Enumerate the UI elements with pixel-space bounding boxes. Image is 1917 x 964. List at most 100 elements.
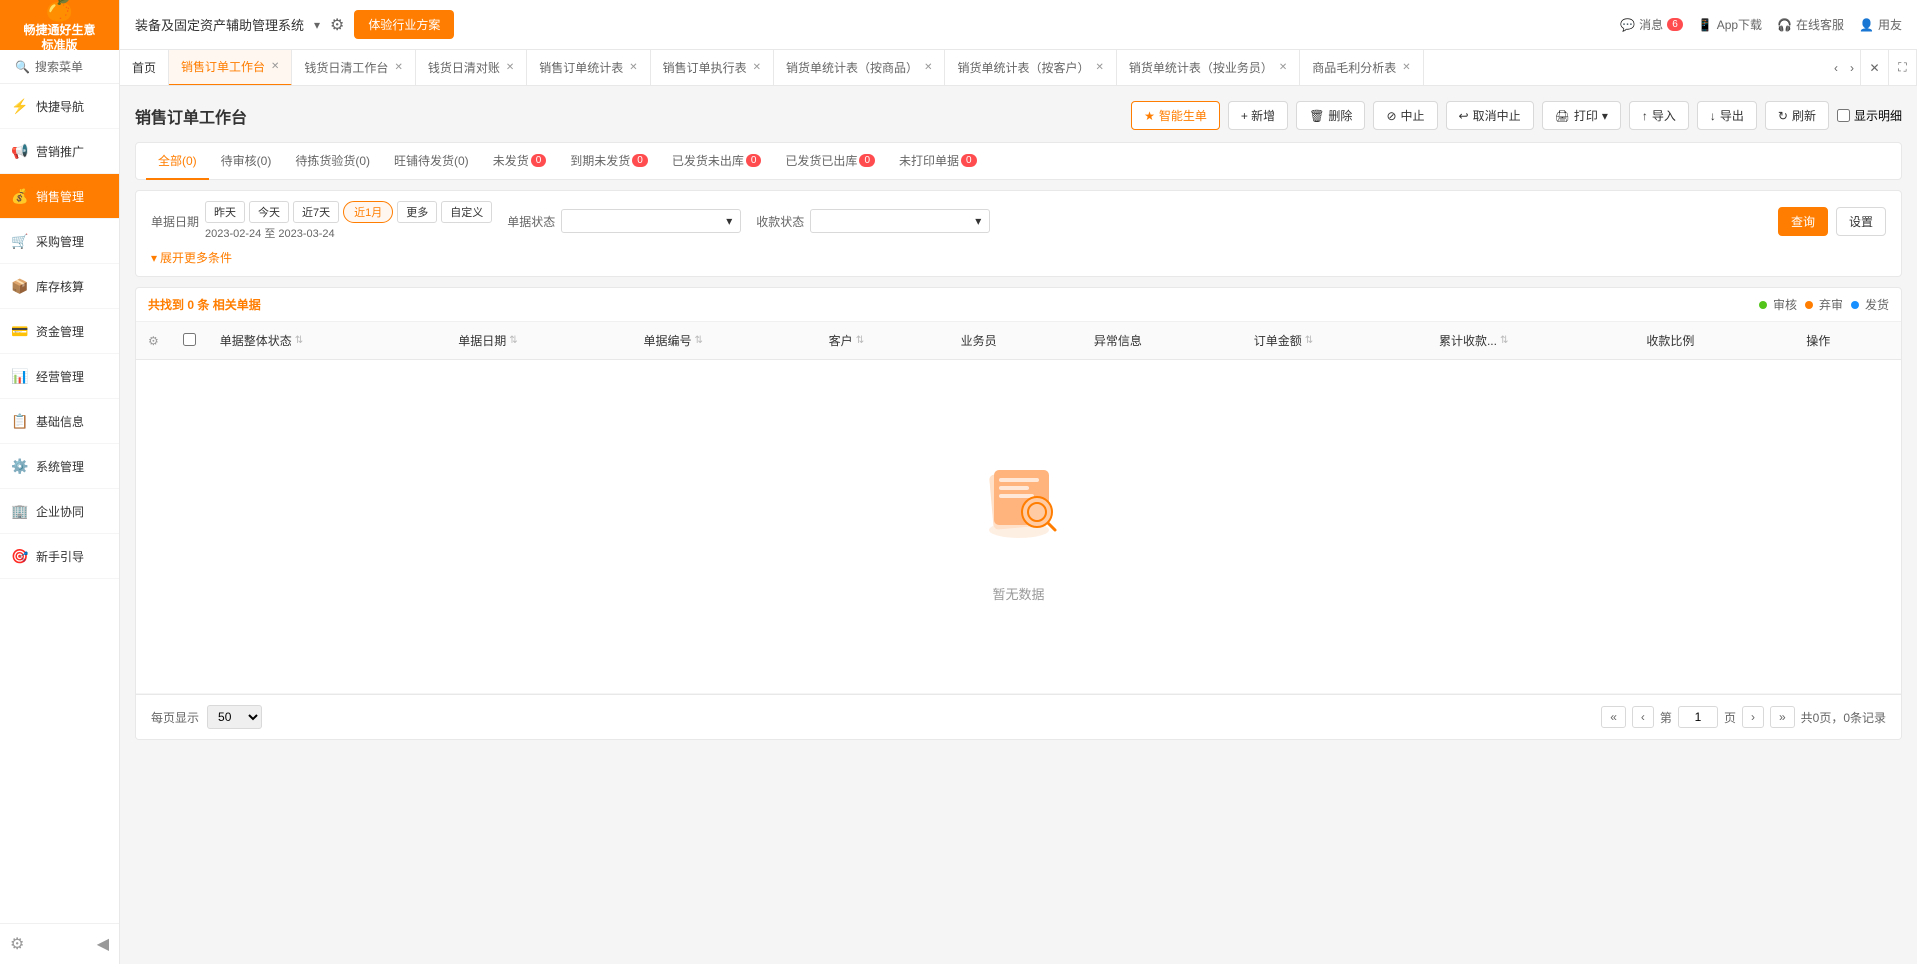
sub-tab-not-shipped[interactable]: 未发货 0 bbox=[481, 142, 559, 180]
print-btn[interactable]: 🖨 打印 ▾ bbox=[1542, 101, 1621, 130]
tab-close-by-staff[interactable]: ✕ bbox=[1279, 62, 1287, 73]
sub-tab-pending-review[interactable]: 待审核(0) bbox=[209, 142, 284, 180]
page-number-input[interactable] bbox=[1678, 706, 1718, 728]
cancel-review-action[interactable]: 弃审 bbox=[1805, 296, 1843, 313]
refresh-btn[interactable]: ↻ 刷新 bbox=[1765, 101, 1829, 130]
th-checkbox bbox=[171, 322, 208, 360]
tab-close-cash-reconcile[interactable]: ✕ bbox=[506, 62, 514, 73]
table-scroll[interactable]: ⚙ 单据整体状态 ⇅ bbox=[136, 322, 1901, 694]
marketing-icon: 📢 bbox=[10, 141, 30, 161]
tab-home[interactable]: 首页 bbox=[120, 50, 169, 86]
settings-bottom-icon[interactable]: ⚙ bbox=[10, 934, 24, 954]
prev-page-btn[interactable]: ‹ bbox=[1632, 706, 1654, 728]
tab-close-sales-stats[interactable]: ✕ bbox=[629, 62, 637, 73]
th-customer[interactable]: 客户 ⇅ bbox=[817, 322, 949, 360]
sidebar-item-sales[interactable]: 💰 销售管理 bbox=[0, 174, 119, 219]
show-detail-checkbox-wrapper[interactable]: 显示明细 bbox=[1837, 107, 1902, 124]
tab-sales-by-product[interactable]: 销货单统计表（按商品） ✕ bbox=[774, 50, 945, 86]
th-status[interactable]: 单据整体状态 ⇅ bbox=[208, 322, 447, 360]
tab-cash-daily[interactable]: 钱货日清工作台 ✕ bbox=[292, 50, 415, 86]
th-amount[interactable]: 订单金额 ⇅ bbox=[1242, 322, 1427, 360]
sub-tab-expired-not-shipped[interactable]: 到期未发货 0 bbox=[558, 142, 660, 180]
first-page-btn[interactable]: « bbox=[1601, 706, 1626, 728]
last-page-btn[interactable]: » bbox=[1770, 706, 1795, 728]
tab-scroll-left[interactable]: ‹ bbox=[1828, 61, 1844, 75]
import-icon: ↑ bbox=[1642, 109, 1648, 123]
topbar-gear-icon[interactable]: ⚙ bbox=[330, 15, 344, 35]
sidebar-item-purchase[interactable]: 🛒 采购管理 bbox=[0, 219, 119, 264]
tab-cash-reconcile[interactable]: 钱货日清对账 ✕ bbox=[416, 50, 527, 86]
sidebar-item-enterprise[interactable]: 🏢 企业协同 bbox=[0, 489, 119, 534]
solution-btn[interactable]: 体验行业方案 bbox=[354, 10, 454, 39]
add-btn[interactable]: + 新增 bbox=[1228, 101, 1288, 130]
tab-close-by-customer[interactable]: ✕ bbox=[1095, 62, 1103, 73]
delete-btn[interactable]: 🗑 删除 bbox=[1296, 101, 1365, 130]
tab-close-margin[interactable]: ✕ bbox=[1402, 62, 1410, 73]
filter-payment-select[interactable]: ▾ bbox=[810, 209, 990, 233]
sub-tab-shipped-not-out[interactable]: 已发货未出库 0 bbox=[660, 142, 774, 180]
filter-date-today[interactable]: 今天 bbox=[249, 201, 289, 223]
tab-scroll-right[interactable]: › bbox=[1844, 61, 1860, 75]
sidebar-item-inventory[interactable]: 📦 库存核算 bbox=[0, 264, 119, 309]
show-detail-checkbox[interactable] bbox=[1837, 109, 1850, 122]
filter-status-select[interactable]: ▾ bbox=[561, 209, 741, 233]
sidebar-item-marketing[interactable]: 📢 营销推广 bbox=[0, 129, 119, 174]
tab-sales-by-staff[interactable]: 销货单统计表（按业务员） ✕ bbox=[1117, 50, 1300, 86]
filter-date-more[interactable]: 更多 bbox=[397, 201, 437, 223]
tab-sales-workbench[interactable]: 销售订单工作台 ✕ bbox=[169, 50, 292, 86]
sub-tab-not-printed[interactable]: 未打印单据 0 bbox=[887, 142, 989, 180]
tab-sales-by-customer[interactable]: 销货单统计表（按客户） ✕ bbox=[945, 50, 1116, 86]
tab-close-sales-execute[interactable]: ✕ bbox=[753, 62, 761, 73]
tab-sales-execute[interactable]: 销售订单执行表 ✕ bbox=[651, 50, 774, 86]
user-item[interactable]: 👤 用友 bbox=[1859, 16, 1902, 33]
sidebar-item-operations[interactable]: 📊 经营管理 bbox=[0, 354, 119, 399]
phone-icon: 📱 bbox=[1698, 18, 1713, 32]
sub-tab-shipped-out[interactable]: 已发货已出库 0 bbox=[773, 142, 887, 180]
online-service-item[interactable]: 🎧 在线客服 bbox=[1777, 16, 1844, 33]
next-page-btn[interactable]: › bbox=[1742, 706, 1764, 728]
tab-sales-stats[interactable]: 销售订单统计表 ✕ bbox=[527, 50, 650, 86]
settings-filter-btn[interactable]: 设置 bbox=[1836, 207, 1886, 236]
tab-close-cash-daily[interactable]: ✕ bbox=[394, 62, 402, 73]
filter-date-custom[interactable]: 自定义 bbox=[441, 201, 492, 223]
sub-tab-all[interactable]: 全部(0) bbox=[146, 142, 209, 180]
sidebar-item-basic-info[interactable]: 📋 基础信息 bbox=[0, 399, 119, 444]
tab-close-by-product[interactable]: ✕ bbox=[924, 62, 932, 73]
headset-icon: 🎧 bbox=[1777, 18, 1792, 32]
tab-action-fullscreen[interactable]: ⛶ bbox=[1889, 50, 1917, 86]
th-settings[interactable]: ⚙ bbox=[136, 322, 171, 360]
basic-info-icon: 📋 bbox=[10, 411, 30, 431]
filter-date-7days[interactable]: 近7天 bbox=[293, 201, 339, 223]
ship-action[interactable]: 发货 bbox=[1851, 296, 1889, 313]
import-btn[interactable]: ↑ 导入 bbox=[1629, 101, 1689, 130]
total-records: 共0页，0条记录 bbox=[1801, 709, 1886, 726]
th-date[interactable]: 单据日期 ⇅ bbox=[446, 322, 631, 360]
tab-close-sales-workbench[interactable]: ✕ bbox=[271, 61, 279, 72]
sub-tab-pending-inspect[interactable]: 待拣货验货(0) bbox=[283, 142, 382, 180]
smart-create-btn[interactable]: ★ 智能生单 bbox=[1131, 101, 1220, 130]
th-collected[interactable]: 累计收款... ⇅ bbox=[1427, 322, 1634, 360]
tab-action-close-current[interactable]: ✕ bbox=[1861, 50, 1889, 86]
sidebar-item-guide[interactable]: 🎯 新手引导 bbox=[0, 534, 119, 579]
sub-tab-wangpu-ship[interactable]: 旺铺待发货(0) bbox=[382, 142, 481, 180]
filter-expand-btn[interactable]: ▾ 展开更多条件 bbox=[151, 249, 232, 266]
filter-date-yesterday[interactable]: 昨天 bbox=[205, 201, 245, 223]
sidebar-item-finance[interactable]: 💳 资金管理 bbox=[0, 309, 119, 354]
tab-margin-analysis[interactable]: 商品毛利分析表 ✕ bbox=[1300, 50, 1423, 86]
th-number[interactable]: 单据编号 ⇅ bbox=[631, 322, 816, 360]
page-size-select[interactable]: 50 100 200 bbox=[207, 705, 262, 729]
message-item[interactable]: 💬 消息 6 bbox=[1620, 16, 1683, 33]
review-action[interactable]: 审核 bbox=[1759, 296, 1797, 313]
sidebar-item-quick-nav[interactable]: ⚡ 快捷导航 bbox=[0, 84, 119, 129]
topbar-dropdown[interactable]: ▾ bbox=[314, 18, 320, 32]
app-download-item[interactable]: 📱 App下载 bbox=[1698, 16, 1762, 33]
collapse-icon[interactable]: ◀ bbox=[97, 934, 109, 954]
select-all-checkbox[interactable] bbox=[183, 333, 196, 346]
cancel-stop-btn[interactable]: ↩ 取消中止 bbox=[1446, 101, 1534, 130]
sidebar-item-system[interactable]: ⚙️ 系统管理 bbox=[0, 444, 119, 489]
export-btn[interactable]: ↓ 导出 bbox=[1697, 101, 1757, 130]
search-btn[interactable]: 查询 bbox=[1778, 207, 1828, 236]
stop-btn[interactable]: ⊘ 中止 bbox=[1373, 101, 1437, 130]
filter-date-1month[interactable]: 近1月 bbox=[343, 201, 393, 223]
search-menu-item[interactable]: 🔍 搜索菜单 bbox=[0, 50, 119, 84]
